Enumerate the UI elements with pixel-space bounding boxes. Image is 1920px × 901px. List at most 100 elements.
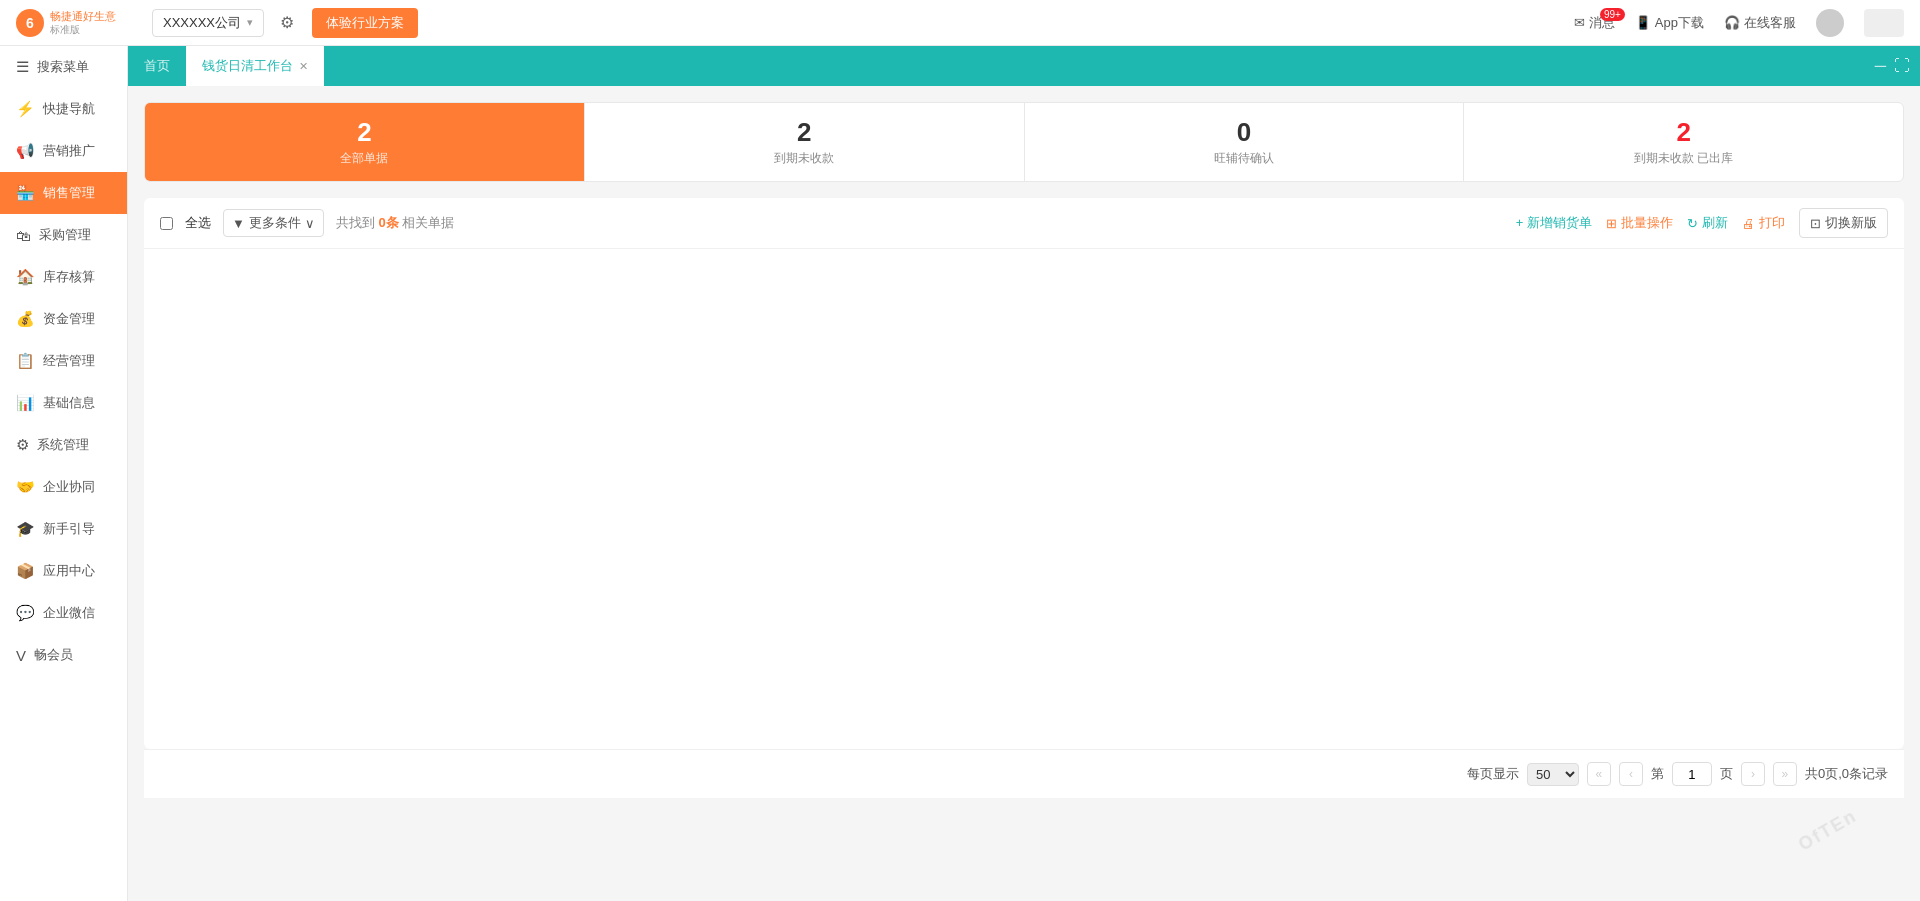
per-page-select[interactable]: 50 100 200	[1527, 763, 1579, 786]
batch-icon: ⊞	[1606, 216, 1617, 231]
online-service-button[interactable]: 🎧 在线客服	[1724, 14, 1796, 32]
logo-icon: 6	[16, 9, 44, 37]
sidebar-item-finance[interactable]: 💰 资金管理	[0, 298, 127, 340]
tab-close-icon[interactable]: ✕	[299, 60, 308, 73]
avatar[interactable]	[1816, 9, 1844, 37]
search-menu-icon: ☰	[16, 58, 29, 76]
sidebar-label: 系统管理	[37, 436, 89, 454]
inventory-icon: 🏠	[16, 268, 35, 286]
sidebar-item-operations[interactable]: 📋 经营管理	[0, 340, 127, 382]
sidebar-item-member[interactable]: V 畅会员	[0, 634, 127, 676]
stat-number-pending: 0	[1045, 117, 1444, 148]
add-sales-order-button[interactable]: + 新增销货单	[1512, 214, 1592, 232]
message-badge: 99+	[1600, 8, 1625, 21]
refresh-icon: ↻	[1687, 216, 1698, 231]
pagination: 每页显示 50 100 200 « ‹ 第 页 › » 共0页,0条记录	[144, 749, 1904, 798]
sales-icon: 🏪	[16, 184, 35, 202]
quick-nav-icon: ⚡	[16, 100, 35, 118]
prev-page-button[interactable]: ‹	[1619, 762, 1643, 786]
sidebar-label: 新手引导	[43, 520, 95, 538]
sidebar-item-search-menu[interactable]: ☰ 搜索菜单	[0, 46, 127, 88]
sidebar-label: 企业协同	[43, 478, 95, 496]
filter-button[interactable]: ▼ 更多条件 ∨	[223, 209, 324, 237]
settings-icon[interactable]: ⚙	[272, 8, 302, 38]
company-name: XXXXXX公司	[163, 14, 241, 32]
stat-card-overdue-shipped[interactable]: 2 到期未收款 已出库	[1464, 103, 1903, 181]
app-center-icon: 📦	[16, 562, 35, 580]
tab-workbench[interactable]: 钱货日清工作台 ✕	[186, 46, 324, 86]
finance-icon: 💰	[16, 310, 35, 328]
trial-button[interactable]: 体验行业方案	[312, 8, 418, 38]
sidebar-label: 营销推广	[43, 142, 95, 160]
sidebar-item-app-center[interactable]: 📦 应用中心	[0, 550, 127, 592]
message-button[interactable]: ✉ 消息 99+	[1574, 14, 1615, 32]
operations-icon: 📋	[16, 352, 35, 370]
top-right: ✉ 消息 99+ 📱 App下载 🎧 在线客服	[1574, 9, 1904, 37]
sidebar-label: 经营管理	[43, 352, 95, 370]
total-records: 共0页,0条记录	[1805, 765, 1888, 783]
sidebar-label: 应用中心	[43, 562, 95, 580]
sidebar-item-sys-mgmt[interactable]: ⚙ 系统管理	[0, 424, 127, 466]
wechat-icon: 💬	[16, 604, 35, 622]
company-selector[interactable]: XXXXXX公司 ▾	[152, 9, 264, 37]
purchase-icon: 🛍	[16, 227, 31, 244]
tab-home[interactable]: 首页	[128, 46, 186, 86]
select-all-checkbox[interactable]	[160, 217, 173, 230]
found-text: 共找到 0条 相关单据	[336, 214, 454, 232]
message-icon: ✉	[1574, 15, 1585, 30]
sidebar-label: 快捷导航	[43, 100, 95, 118]
app-download-button[interactable]: 📱 App下载	[1635, 14, 1704, 32]
first-page-button[interactable]: «	[1587, 762, 1611, 786]
sidebar-item-marketing[interactable]: 📢 营销推广	[0, 130, 127, 172]
stat-label-all: 全部单据	[165, 150, 564, 167]
table-area	[144, 249, 1904, 749]
user-name[interactable]	[1864, 9, 1904, 37]
sidebar-item-wechat[interactable]: 💬 企业微信	[0, 592, 127, 634]
service-icon: 🎧	[1724, 15, 1740, 30]
select-all-label: 全选	[185, 214, 211, 232]
sidebar-item-inventory[interactable]: 🏠 库存核算	[0, 256, 127, 298]
stat-label-overdue-shipped: 到期未收款 已出库	[1484, 150, 1883, 167]
sidebar-label: 基础信息	[43, 394, 95, 412]
logo-area: 6 畅捷通好生意 标准版	[16, 9, 144, 37]
stat-number-overdue: 2	[605, 117, 1004, 148]
nav-tabs-bar: 首页 钱货日清工作台 ✕ ─ ⛶	[128, 46, 1920, 86]
stat-number-overdue-shipped: 2	[1484, 117, 1883, 148]
download-icon: 📱	[1635, 15, 1651, 30]
refresh-button[interactable]: ↻ 刷新	[1687, 214, 1728, 232]
toolbar: 全选 ▼ 更多条件 ∨ 共找到 0条 相关单据 + 新增销货单 ⊞ 批量操作 ↻…	[144, 198, 1904, 249]
member-icon: V	[16, 647, 26, 664]
sidebar-item-enterprise[interactable]: 🤝 企业协同	[0, 466, 127, 508]
sidebar-item-quick-nav[interactable]: ⚡ 快捷导航	[0, 88, 127, 130]
last-page-button[interactable]: »	[1773, 762, 1797, 786]
sidebar-item-basic-info[interactable]: 📊 基础信息	[0, 382, 127, 424]
sidebar-item-guide[interactable]: 🎓 新手引导	[0, 508, 127, 550]
page-suffix: 页	[1720, 765, 1733, 783]
print-button[interactable]: 🖨 打印	[1742, 214, 1785, 232]
sidebar-label: 畅会员	[34, 646, 73, 664]
page-label: 第	[1651, 765, 1664, 783]
page-input[interactable]	[1672, 762, 1712, 786]
next-page-button[interactable]: ›	[1741, 762, 1765, 786]
switch-version-button[interactable]: ⊡ 切换新版	[1799, 208, 1888, 238]
print-icon: 🖨	[1742, 216, 1755, 231]
logo-text: 畅捷通好生意 标准版	[50, 9, 116, 36]
stat-card-pending[interactable]: 0 旺辅待确认	[1025, 103, 1465, 181]
minimize-icon[interactable]: ─	[1875, 57, 1886, 75]
sidebar-item-purchase[interactable]: 🛍 采购管理	[0, 214, 127, 256]
batch-operation-button[interactable]: ⊞ 批量操作	[1606, 214, 1673, 232]
maximize-icon[interactable]: ⛶	[1894, 57, 1910, 75]
stat-card-all[interactable]: 2 全部单据	[145, 103, 585, 181]
stat-card-overdue[interactable]: 2 到期未收款	[585, 103, 1025, 181]
sidebar-item-sales[interactable]: 🏪 销售管理	[0, 172, 127, 214]
sidebar-label: 搜索菜单	[37, 58, 89, 76]
basic-info-icon: 📊	[16, 394, 35, 412]
marketing-icon: 📢	[16, 142, 35, 160]
found-count: 0条	[379, 215, 399, 230]
sidebar-label: 企业微信	[43, 604, 95, 622]
sidebar-label: 销售管理	[43, 184, 95, 202]
top-bar: 6 畅捷通好生意 标准版 XXXXXX公司 ▾ ⚙ 体验行业方案 ✉ 消息 99…	[0, 0, 1920, 46]
stat-label-overdue: 到期未收款	[605, 150, 1004, 167]
per-page-label: 每页显示	[1467, 765, 1519, 783]
nav-tabs-right: ─ ⛶	[1875, 57, 1920, 75]
